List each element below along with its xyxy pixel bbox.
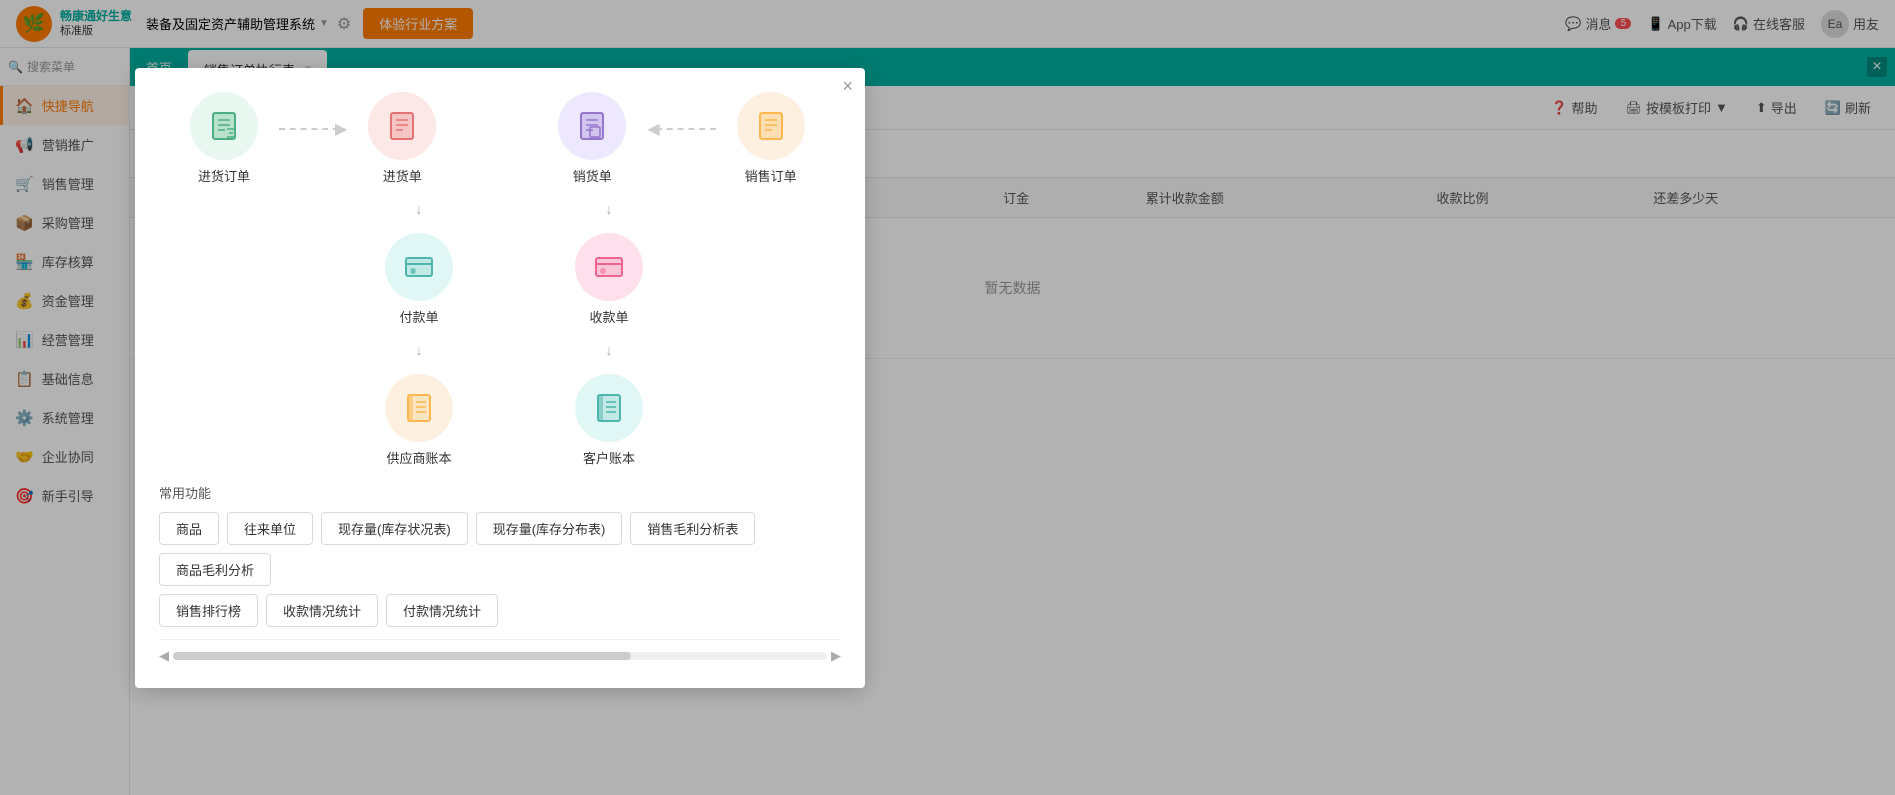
common-functions-title: 常用功能 [159,483,841,502]
customer-ledger-circle [575,374,643,442]
flow-node-sales-bill[interactable]: 销货单 [527,92,657,185]
common-btn-stock-dist[interactable]: 现存量(库存分布表) [476,512,623,545]
purchase-bill-circle [368,92,436,160]
flow-node-sales-order[interactable]: 销售订单 [706,92,836,185]
flow-row-3: 供应商账本 客户账本 [159,374,841,467]
common-btn-stock-status[interactable]: 现存量(库存状况表) [321,512,468,545]
common-btn-sales-rank[interactable]: 销售排行榜 [159,594,258,627]
purchase-order-circle [190,92,258,160]
scroll-left-arrow[interactable]: ◀ [159,648,169,664]
sales-order-circle [737,92,805,160]
common-buttons-row1: 商品 往来单位 现存量(库存状况表) 现存量(库存分布表) 销售毛利分析表 商品… [159,512,841,586]
payment-label: 付款单 [399,307,438,326]
customer-ledger-label: 客户账本 [583,448,635,467]
common-btn-partner[interactable]: 往来单位 [227,512,313,545]
common-btn-sales-profit[interactable]: 销售毛利分析表 [630,512,755,545]
svg-text:¥: ¥ [410,267,416,276]
flow-row-arrows: ↓ ↓ [159,201,841,217]
common-btn-product-profit[interactable]: 商品毛利分析 [159,553,271,586]
flow-row-1: 进货订单 ▶ 进货单 [159,92,841,185]
arrow-down-sales: ↓ [544,201,674,217]
arrow-down-receipt: ↓ [544,342,674,358]
common-functions-section: 常用功能 商品 往来单位 现存量(库存状况表) 现存量(库存分布表) 销售毛利分… [159,483,841,627]
flow-node-customer-ledger[interactable]: 客户账本 [544,374,674,467]
common-btn-payment-stats[interactable]: 付款情况统计 [386,594,498,627]
sales-bill-label: 销货单 [573,166,612,185]
flow-node-supplier-ledger[interactable]: 供应商账本 [354,374,484,467]
receipt-circle [575,233,643,301]
popup-scrollbar[interactable]: ◀ ▶ [159,639,841,664]
purchase-bill-label: 进货单 [383,166,422,185]
sales-order-label: 销售订单 [745,166,797,185]
flow-diagram: 进货订单 ▶ 进货单 [159,92,841,467]
common-btn-product[interactable]: 商品 [159,512,219,545]
popup-overlay[interactable]: × 进货订单 ▶ [0,0,1895,795]
app-container: 🌿 畅康通好生意 标准版 装备及固定资产辅助管理系统 ▼ ⚙ 体验行业方案 💬 … [0,0,1895,795]
scroll-track [173,652,827,660]
supplier-ledger-label: 供应商账本 [386,448,451,467]
quick-nav-popup: × 进货订单 ▶ [135,68,865,688]
flow-row-2: ¥ 付款单 收款单 [159,233,841,326]
receipt-label: 收款单 [589,307,628,326]
payment-circle: ¥ [385,233,453,301]
scroll-thumb [173,652,631,660]
flow-node-payment[interactable]: ¥ 付款单 [354,233,484,326]
arrow-down-payment: ↓ [354,342,484,358]
flow-row-arrows2: ↓ ↓ [159,342,841,358]
purchase-order-label: 进货订单 [198,166,250,185]
common-buttons-row2: 销售排行榜 收款情况统计 付款情况统计 [159,594,841,627]
popup-close-button[interactable]: × [842,76,853,97]
flow-node-purchase-bill[interactable]: 进货单 [337,92,467,185]
scroll-right-arrow[interactable]: ▶ [831,648,841,664]
common-btn-receipt-stats[interactable]: 收款情况统计 [266,594,378,627]
sales-bill-circle [558,92,626,160]
arrow-down-purchase: ↓ [354,201,484,217]
supplier-ledger-circle [385,374,453,442]
flow-node-receipt[interactable]: 收款单 [544,233,674,326]
flow-node-purchase-order[interactable]: 进货订单 [159,92,289,185]
